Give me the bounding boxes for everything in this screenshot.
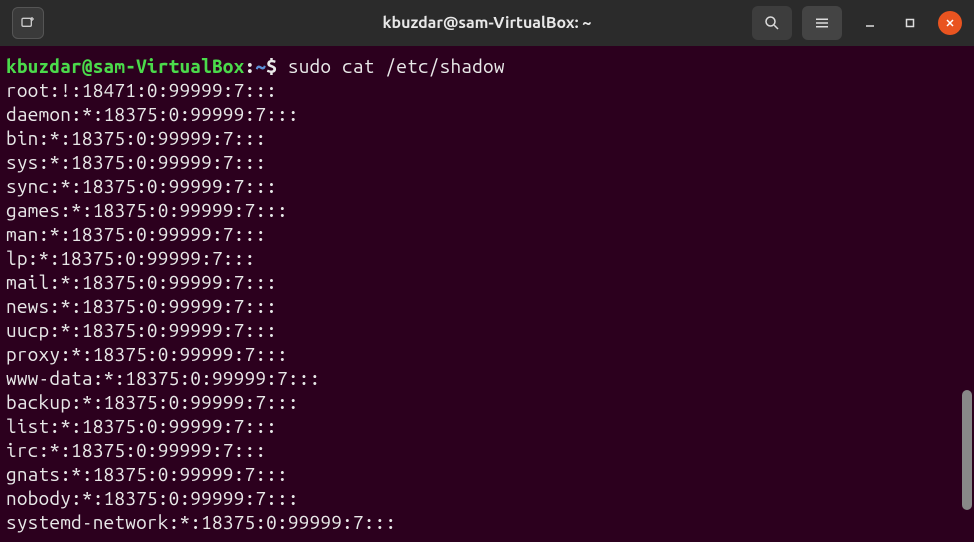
prompt-colon: : (244, 55, 255, 77)
output-line: man:*:18375:0:99999:7::: (6, 223, 266, 245)
output-line: news:*:18375:0:99999:7::: (6, 295, 277, 317)
prompt-path: ~ (255, 55, 266, 77)
output-line: games:*:18375:0:99999:7::: (6, 199, 288, 221)
output-line: bin:*:18375:0:99999:7::: (6, 127, 266, 149)
output-line: lp:*:18375:0:99999:7::: (6, 247, 255, 269)
titlebar-left (12, 7, 44, 39)
search-icon (763, 14, 781, 32)
output-line: backup:*:18375:0:99999:7::: (6, 391, 299, 413)
prompt-user-host: kbuzdar@sam-VirtualBox (6, 55, 244, 77)
output-line: uucp:*:18375:0:99999:7::: (6, 319, 277, 341)
titlebar-right (752, 6, 962, 40)
window-title: kbuzdar@sam-VirtualBox: ~ (383, 14, 592, 32)
maximize-button[interactable] (898, 11, 922, 35)
scrollbar-thumb[interactable] (962, 390, 972, 510)
output-line: daemon:*:18375:0:99999:7::: (6, 103, 299, 125)
hamburger-icon (813, 14, 831, 32)
terminal-output[interactable]: kbuzdar@sam-VirtualBox:~$ sudo cat /etc/… (0, 46, 974, 542)
close-button[interactable] (938, 11, 962, 35)
search-button[interactable] (752, 6, 792, 40)
output-line: list:*:18375:0:99999:7::: (6, 415, 277, 437)
menu-button[interactable] (802, 6, 842, 40)
maximize-icon (905, 18, 915, 28)
command-text: sudo cat /etc/shadow (288, 55, 505, 77)
new-tab-icon (20, 15, 36, 31)
output-line: mail:*:18375:0:99999:7::: (6, 271, 277, 293)
minimize-button[interactable] (858, 11, 882, 35)
output-line: systemd-network:*:18375:0:99999:7::: (6, 511, 396, 533)
output-line: root:!:18471:0:99999:7::: (6, 79, 277, 101)
output-line: sync:*:18375:0:99999:7::: (6, 175, 277, 197)
output-line: irc:*:18375:0:99999:7::: (6, 439, 266, 461)
titlebar: kbuzdar@sam-VirtualBox: ~ (0, 0, 974, 46)
output-line: gnats:*:18375:0:99999:7::: (6, 463, 288, 485)
output-line: proxy:*:18375:0:99999:7::: (6, 343, 288, 365)
output-line: sys:*:18375:0:99999:7::: (6, 151, 266, 173)
close-icon (945, 18, 955, 28)
output-line: www-data:*:18375:0:99999:7::: (6, 367, 320, 389)
new-tab-button[interactable] (12, 7, 44, 39)
prompt-symbol: $ (266, 55, 288, 77)
minimize-icon (865, 18, 875, 28)
output-line: nobody:*:18375:0:99999:7::: (6, 487, 299, 509)
